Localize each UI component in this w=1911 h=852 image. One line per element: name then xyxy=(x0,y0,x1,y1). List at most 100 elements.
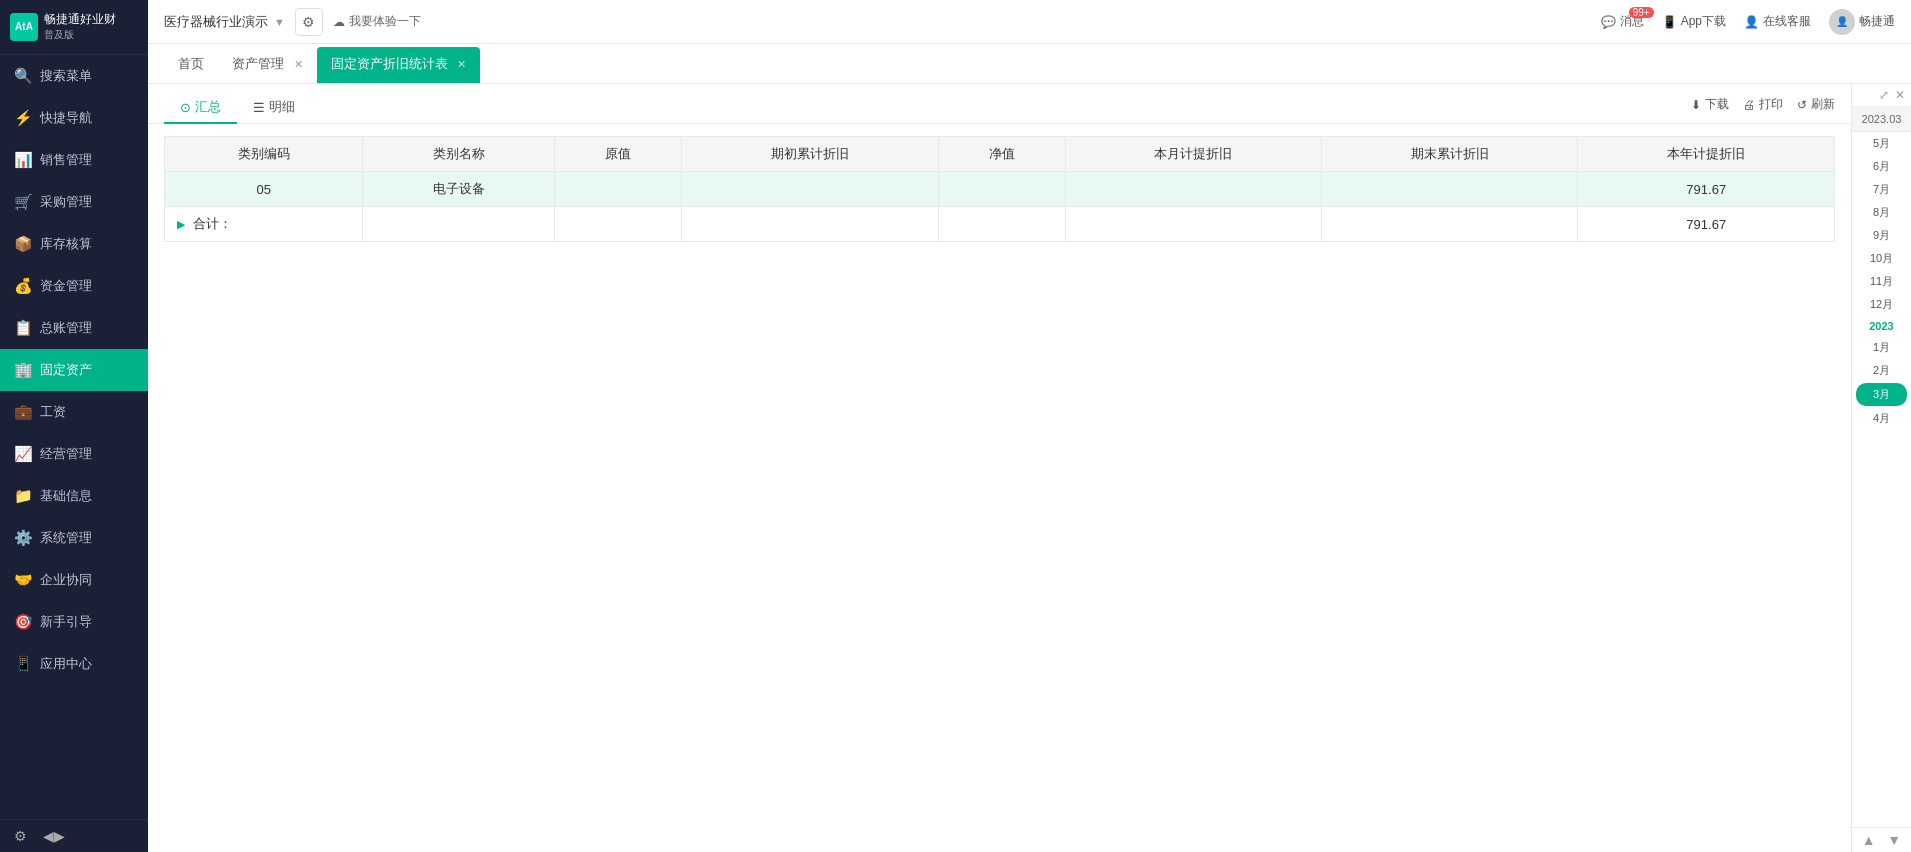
sidebar-bottom: ⚙ ◀▶ xyxy=(0,819,148,852)
topbar-settings-button[interactable]: ⚙ xyxy=(295,8,323,36)
service-icon: 👤 xyxy=(1744,15,1759,29)
messages-button[interactable]: 💬 消息 99+ xyxy=(1601,13,1644,30)
date-panel-arrows: ▲ ▼ xyxy=(1852,827,1911,852)
tab-depreciation-close[interactable]: ✕ xyxy=(457,58,466,70)
print-button[interactable]: 🖨 打印 xyxy=(1743,96,1783,113)
total-net-value xyxy=(938,207,1065,242)
company-selector[interactable]: 医疗器械行业演示 ▼ xyxy=(164,13,285,31)
dropdown-icon: ▼ xyxy=(274,16,285,28)
date-month-12[interactable]: 12月 xyxy=(1852,293,1911,316)
report-panel: ⊙ 汇总 ☰ 明细 ⬇ 下载 🖨 打印 xyxy=(148,84,1851,852)
sidebar-item-fixed-assets[interactable]: 🏢 固定资产 xyxy=(0,349,148,391)
message-badge: 99+ xyxy=(1629,7,1654,18)
sidebar-item-search[interactable]: 🔍 搜索菜单 xyxy=(0,55,148,97)
sidebar-item-payroll[interactable]: 💼 工资 xyxy=(0,391,148,433)
sidebar-item-operations[interactable]: 📈 经营管理 xyxy=(0,433,148,475)
search-icon: 🔍 xyxy=(14,67,32,85)
operations-icon: 📈 xyxy=(14,445,32,463)
table-row: 05 电子设备 791.67 xyxy=(165,172,1835,207)
cell-annual-dep: 791.67 xyxy=(1578,172,1835,207)
cell-net-value xyxy=(938,172,1065,207)
date-month-10[interactable]: 10月 xyxy=(1852,247,1911,270)
total-icon: ▶ xyxy=(177,218,185,230)
download-button[interactable]: ⬇ 下载 xyxy=(1691,96,1729,113)
sidebar-nav: 🔍 搜索菜单 ⚡ 快捷导航 📊 销售管理 🛒 采购管理 📦 库存核算 💰 资金管… xyxy=(0,55,148,819)
date-month-2023-1[interactable]: 1月 xyxy=(1852,336,1911,359)
date-year-2023: 2023 xyxy=(1852,316,1911,336)
enterprise-icon: 🤝 xyxy=(14,571,32,589)
cell-original xyxy=(555,172,682,207)
date-panel-body: 5月 6月 7月 8月 9月 10月 11月 12月 2023 1月 2月 3月… xyxy=(1852,132,1911,827)
date-month-8[interactable]: 8月 xyxy=(1852,201,1911,224)
detail-tab-icon: ☰ xyxy=(253,100,265,115)
date-month-6[interactable]: 6月 xyxy=(1852,155,1911,178)
summary-tab-icon: ⊙ xyxy=(180,100,191,115)
avatar: 👤 xyxy=(1829,9,1855,35)
total-name xyxy=(363,207,555,242)
cloud-icon: ☁ xyxy=(333,15,345,29)
cell-monthly-dep xyxy=(1065,172,1321,207)
sidebar-item-finance[interactable]: 💰 资金管理 xyxy=(0,265,148,307)
tabbar: 首页 资产管理 ✕ 固定资产折旧统计表 ✕ xyxy=(148,44,1911,84)
col-monthly-dep: 本月计提折旧 xyxy=(1065,137,1321,172)
basic-info-icon: 📁 xyxy=(14,487,32,505)
tab-depreciation-report[interactable]: 固定资产折旧统计表 ✕ xyxy=(317,47,481,83)
date-panel-expand-icon[interactable]: ⤢ xyxy=(1879,88,1889,102)
date-month-9[interactable]: 9月 xyxy=(1852,224,1911,247)
user-avatar-area[interactable]: 👤 畅捷通 xyxy=(1829,9,1895,35)
online-service-button[interactable]: 👤 在线客服 xyxy=(1744,13,1811,30)
total-initial-dep xyxy=(682,207,938,242)
tab-asset-mgmt[interactable]: 资产管理 ✕ xyxy=(218,47,317,83)
payroll-icon: 💼 xyxy=(14,403,32,421)
settings-icon: ⚙ xyxy=(302,14,315,30)
date-month-5[interactable]: 5月 xyxy=(1852,132,1911,155)
sidebar-item-sales[interactable]: 📊 销售管理 xyxy=(0,139,148,181)
sidebar-item-quick-nav[interactable]: ⚡ 快捷导航 xyxy=(0,97,148,139)
sub-tab-detail[interactable]: ☰ 明细 xyxy=(237,92,311,124)
sidebar-item-enterprise[interactable]: 🤝 企业协同 xyxy=(0,559,148,601)
date-month-2023-4[interactable]: 4月 xyxy=(1852,407,1911,430)
date-month-11[interactable]: 11月 xyxy=(1852,270,1911,293)
date-month-2023-3[interactable]: 3月 xyxy=(1856,383,1907,406)
guide-icon: 🎯 xyxy=(14,613,32,631)
col-period-end-dep: 期末累计折旧 xyxy=(1321,137,1577,172)
date-down-arrow[interactable]: ▼ xyxy=(1887,832,1901,848)
tab-home[interactable]: 首页 xyxy=(164,47,218,83)
refresh-button[interactable]: ↺ 刷新 xyxy=(1797,96,1835,113)
inventory-icon: 📦 xyxy=(14,235,32,253)
date-month-2023-2[interactable]: 2月 xyxy=(1852,359,1911,382)
app-logo-text: 畅捷通好业财 普及版 xyxy=(44,12,116,42)
date-month-7[interactable]: 7月 xyxy=(1852,178,1911,201)
topbar-right: 💬 消息 99+ 📱 App下载 👤 在线客服 👤 畅捷通 xyxy=(1601,9,1895,35)
sidebar-item-basic-info[interactable]: 📁 基础信息 xyxy=(0,475,148,517)
sidebar-logo: AtA 畅捷通好业财 普及版 xyxy=(0,0,148,55)
settings-bottom-icon[interactable]: ⚙ xyxy=(14,828,27,844)
toolbar-actions: ⬇ 下载 🖨 打印 ↺ 刷新 xyxy=(1691,96,1835,119)
total-period-end-dep xyxy=(1321,207,1577,242)
sidebar-item-system[interactable]: ⚙️ 系统管理 xyxy=(0,517,148,559)
app-download-button[interactable]: 📱 App下载 xyxy=(1662,13,1726,30)
col-original: 原值 xyxy=(555,137,682,172)
sub-tab-summary[interactable]: ⊙ 汇总 xyxy=(164,92,237,124)
app-center-icon: 📱 xyxy=(14,655,32,673)
depreciation-table: 类别编码 类别名称 原值 期初累计折旧 净值 本月计提折旧 期末累计折旧 本年计… xyxy=(164,136,1835,242)
sidebar: AtA 畅捷通好业财 普及版 🔍 搜索菜单 ⚡ 快捷导航 📊 销售管理 🛒 采购… xyxy=(0,0,148,852)
sidebar-item-inventory[interactable]: 📦 库存核算 xyxy=(0,223,148,265)
col-name: 类别名称 xyxy=(363,137,555,172)
col-net-value: 净值 xyxy=(938,137,1065,172)
collapse-icon[interactable]: ◀▶ xyxy=(43,828,65,844)
system-icon: ⚙️ xyxy=(14,529,32,547)
message-icon: 💬 xyxy=(1601,15,1616,29)
tab-asset-mgmt-close[interactable]: ✕ xyxy=(294,58,303,70)
sidebar-item-purchase[interactable]: 🛒 采购管理 xyxy=(0,181,148,223)
experience-button[interactable]: ☁ 我要体验一下 xyxy=(333,13,421,30)
sidebar-item-ledger[interactable]: 📋 总账管理 xyxy=(0,307,148,349)
date-panel-close-icon[interactable]: ✕ xyxy=(1895,88,1905,102)
sidebar-item-app-center[interactable]: 📱 应用中心 xyxy=(0,643,148,685)
app-logo-icon: AtA xyxy=(10,13,38,41)
sidebar-item-guide[interactable]: 🎯 新手引导 xyxy=(0,601,148,643)
date-panel-controls: ⤢ ✕ xyxy=(1852,84,1911,107)
total-label: ▶ 合计： xyxy=(165,207,363,242)
content-area: ⊙ 汇总 ☰ 明细 ⬇ 下载 🖨 打印 xyxy=(148,84,1911,852)
date-up-arrow[interactable]: ▲ xyxy=(1862,832,1876,848)
